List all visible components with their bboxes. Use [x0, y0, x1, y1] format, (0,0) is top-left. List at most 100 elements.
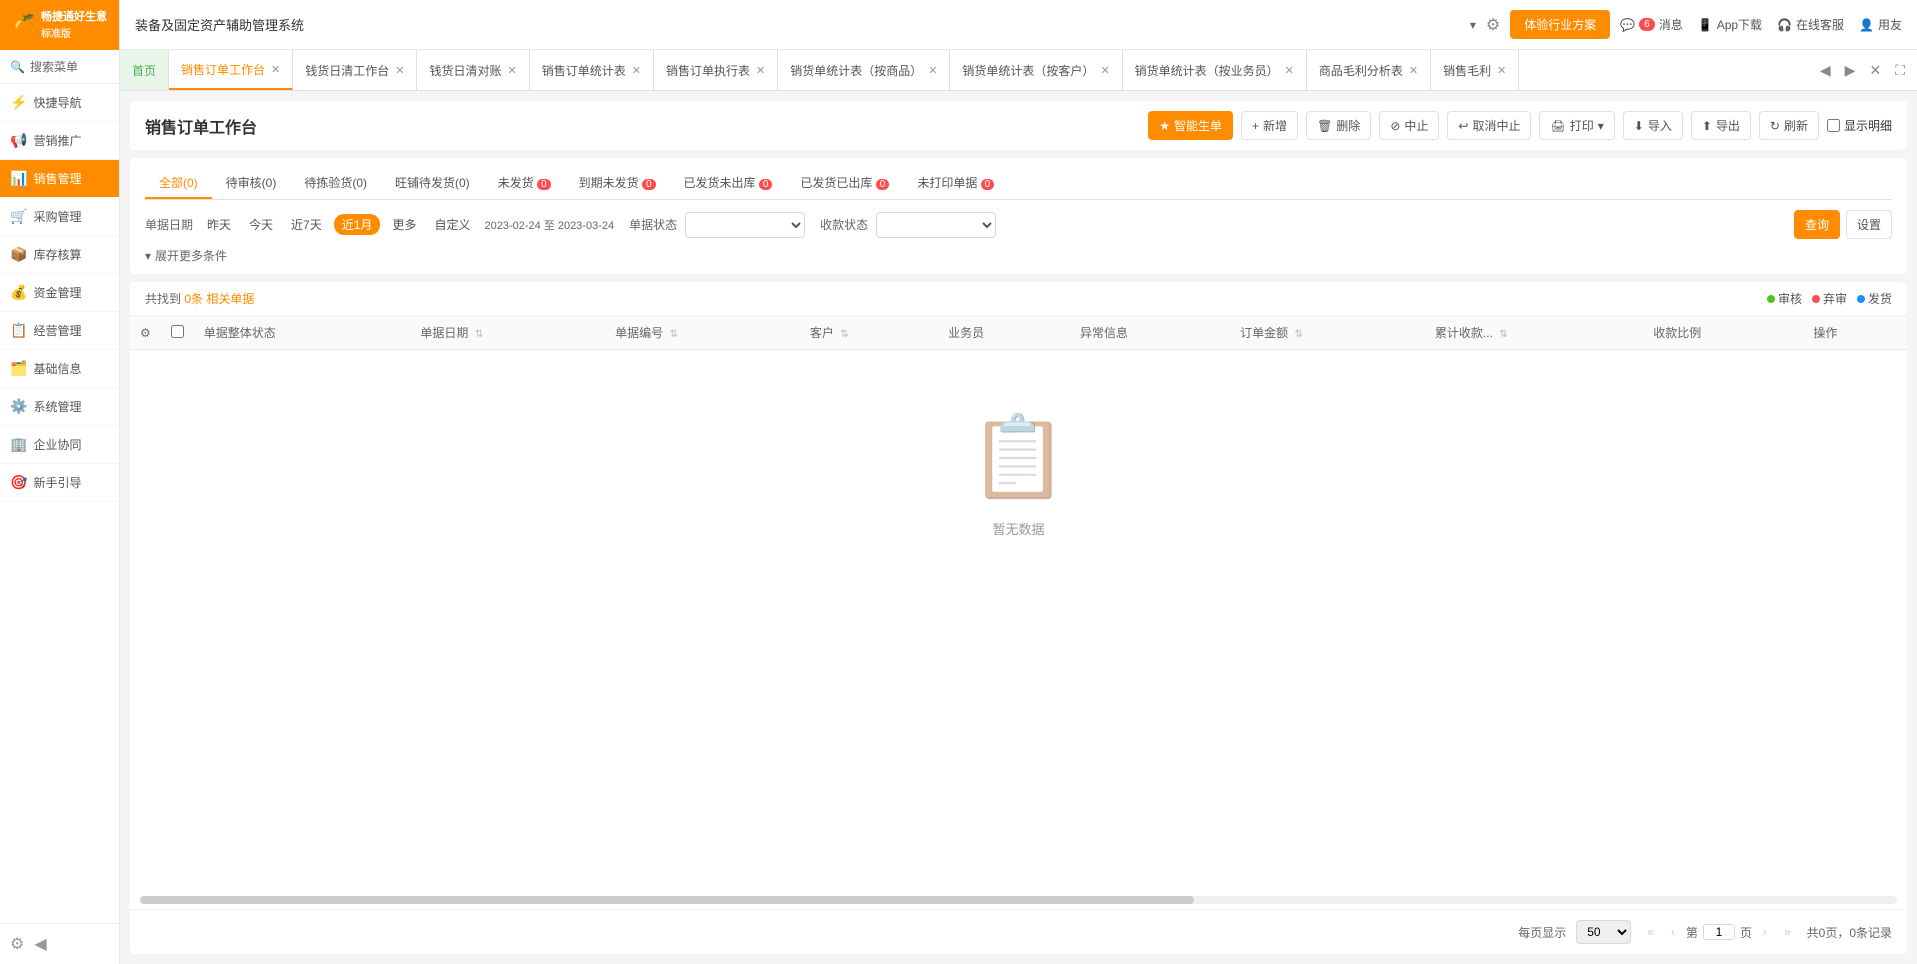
filter-tab-unprinted[interactable]: 未打印单据 0: [903, 168, 1008, 199]
sidebar-item-enterprise[interactable]: 🏢 企业协同: [0, 426, 119, 464]
date-1month[interactable]: 近1月: [334, 214, 381, 235]
horizontal-scrollbar[interactable]: [140, 896, 1897, 904]
tab-close-icon[interactable]: ✕: [1497, 64, 1506, 77]
stop-btn[interactable]: ⊘ 中止: [1379, 111, 1439, 140]
sort-icon[interactable]: ⇅: [840, 329, 848, 340]
filter-tab-shipped-out[interactable]: 已发货已出库 0: [786, 168, 903, 199]
tab-sales-customer[interactable]: 销货单统计表（按客户） ✕: [950, 50, 1122, 90]
show-detail-label[interactable]: 显示明细: [1827, 117, 1892, 134]
sidebar-item-quick-nav[interactable]: ⚡ 快捷导航: [0, 84, 119, 122]
show-detail-checkbox[interactable]: [1827, 119, 1840, 132]
collection-select[interactable]: [876, 212, 996, 238]
sort-icon[interactable]: ⇅: [475, 329, 483, 340]
tab-prev-icon[interactable]: ◀: [1816, 60, 1835, 81]
ship-action[interactable]: 发货: [1857, 290, 1892, 307]
tab-cash-reconcile[interactable]: 钱货日清对账 ✕: [417, 50, 529, 90]
tab-close-all-icon[interactable]: ✕: [1865, 60, 1885, 81]
th-cumulative: 累计收款... ⇅: [1425, 316, 1643, 350]
next-page-btn[interactable]: ›: [1757, 923, 1773, 941]
date-7days[interactable]: 近7天: [285, 214, 328, 235]
gear-icon[interactable]: ⚙: [140, 326, 151, 340]
filter-tab-overdue[interactable]: 到期未发货 0: [565, 168, 670, 199]
tab-gross-profit[interactable]: 商品毛利分析表 ✕: [1307, 50, 1431, 90]
filter-tab-wangpu[interactable]: 旺铺待发货(0): [381, 168, 484, 199]
first-page-btn[interactable]: «: [1641, 923, 1660, 941]
message-item[interactable]: 💬 6 消息: [1620, 16, 1683, 33]
system-icon: ⚙️: [10, 398, 27, 415]
tab-sales-stat[interactable]: 销售订单统计表 ✕: [530, 50, 654, 90]
date-yesterday[interactable]: 昨天: [201, 214, 237, 235]
tab-close-icon[interactable]: ✕: [508, 64, 517, 77]
topbar-gear-icon[interactable]: ⚙: [1486, 15, 1500, 35]
sidebar-item-operations[interactable]: 📋 经营管理: [0, 312, 119, 350]
tab-close-icon[interactable]: ✕: [632, 64, 641, 77]
date-custom[interactable]: 自定义: [428, 214, 476, 235]
tab-cash-daily[interactable]: 钱货日清工作台 ✕: [293, 50, 417, 90]
settings-icon[interactable]: ⚙: [10, 934, 24, 954]
filter-tab-shipped-no-out[interactable]: 已发货未出库 0: [670, 168, 787, 199]
filter-tab-all[interactable]: 全部(0): [145, 168, 212, 199]
app-download-item[interactable]: 📱 App下载: [1698, 16, 1762, 33]
filter-tab-unshipped[interactable]: 未发货 0: [484, 168, 565, 199]
delete-btn[interactable]: 🗑 删除: [1306, 111, 1371, 140]
tab-sales-staff[interactable]: 销货单统计表（按业务员） ✕: [1123, 50, 1307, 90]
sort-icon[interactable]: ⇅: [1499, 329, 1507, 340]
user-item[interactable]: 👤 用友: [1859, 16, 1902, 33]
tab-close-icon[interactable]: ✕: [271, 63, 280, 76]
collapse-icon[interactable]: ◀: [34, 934, 46, 954]
page-input[interactable]: [1703, 924, 1735, 940]
tab-sales-exec[interactable]: 销售订单执行表 ✕: [654, 50, 778, 90]
last-page-btn[interactable]: »: [1778, 923, 1797, 941]
sidebar-item-marketing[interactable]: 📢 营销推广: [0, 122, 119, 160]
trash-icon: 🗑: [1317, 119, 1332, 133]
status-select[interactable]: [685, 212, 805, 238]
sidebar-item-purchase[interactable]: 🛒 采购管理: [0, 198, 119, 236]
scrollbar-thumb[interactable]: [140, 896, 1194, 904]
print-btn[interactable]: 🖨 打印 ▾: [1539, 111, 1614, 140]
tab-sales-product[interactable]: 销货单统计表（按商品） ✕: [778, 50, 950, 90]
online-service-item[interactable]: 🎧 在线客服: [1777, 16, 1844, 33]
sidebar-item-basic[interactable]: 🗂️ 基础信息: [0, 350, 119, 388]
expand-btn[interactable]: ▾ 展开更多条件: [145, 247, 1892, 264]
tab-close-icon[interactable]: ✕: [395, 64, 404, 77]
sidebar-item-newbie[interactable]: 🎯 新手引导: [0, 464, 119, 502]
reject-action[interactable]: 弃审: [1812, 290, 1847, 307]
tab-home[interactable]: 首页: [120, 50, 169, 90]
tab-close-icon[interactable]: ✕: [1409, 64, 1418, 77]
per-page-select[interactable]: 50 100: [1576, 920, 1631, 944]
sort-icon[interactable]: ⇅: [669, 329, 677, 340]
tab-fullscreen-icon[interactable]: ⛶: [1891, 60, 1909, 81]
tab-sales-workbench[interactable]: 销售订单工作台 ✕: [169, 50, 293, 90]
query-btn[interactable]: 查询: [1794, 210, 1840, 239]
refresh-btn[interactable]: ↻ 刷新: [1759, 111, 1819, 140]
sidebar-item-system[interactable]: ⚙️ 系统管理: [0, 388, 119, 426]
sort-icon[interactable]: ⇅: [1294, 329, 1302, 340]
date-today[interactable]: 今天: [243, 214, 279, 235]
tab-close-icon[interactable]: ✕: [928, 64, 937, 77]
sidebar-item-inventory[interactable]: 📦 库存核算: [0, 236, 119, 274]
sidebar-item-finance[interactable]: 💰 资金管理: [0, 274, 119, 312]
approve-action[interactable]: 审核: [1767, 290, 1802, 307]
tab-close-icon[interactable]: ✕: [1285, 64, 1294, 77]
setting-btn[interactable]: 设置: [1846, 210, 1892, 239]
tab-close-icon[interactable]: ✕: [1100, 64, 1109, 77]
status-filter-label: 单据状态: [629, 216, 677, 233]
cancel-stop-btn[interactable]: ↩ 取消中止: [1447, 111, 1531, 140]
add-btn[interactable]: + 新增: [1241, 111, 1298, 140]
sidebar-search[interactable]: 🔍 搜索菜单: [0, 50, 119, 84]
tab-close-icon[interactable]: ✕: [756, 64, 765, 77]
filter-tab-pending[interactable]: 待审核(0): [212, 168, 291, 199]
filter-tab-inspect[interactable]: 待拣验货(0): [290, 168, 381, 199]
table-scroll[interactable]: ⚙ 单据整体状态 单据日期 ⇅ 单据编号 ⇅ 客户 ⇅ 业务员 异常信息 订单金…: [130, 316, 1907, 891]
smart-create-btn[interactable]: ★ 智能生单: [1148, 111, 1233, 140]
industry-btn[interactable]: 体验行业方案: [1510, 10, 1610, 39]
prev-page-btn[interactable]: ‹: [1665, 923, 1681, 941]
tab-next-icon[interactable]: ▶: [1841, 60, 1860, 81]
date-more[interactable]: 更多: [386, 214, 422, 235]
topbar-dropdown[interactable]: ▾: [1470, 18, 1476, 32]
select-all-checkbox[interactable]: [171, 325, 184, 338]
import-btn[interactable]: ⬇ 导入: [1623, 111, 1683, 140]
sidebar-item-sales[interactable]: 📊 销售管理: [0, 160, 119, 198]
export-btn[interactable]: ⬆ 导出: [1691, 111, 1751, 140]
tab-sales-profit[interactable]: 销售毛利 ✕: [1431, 50, 1519, 90]
